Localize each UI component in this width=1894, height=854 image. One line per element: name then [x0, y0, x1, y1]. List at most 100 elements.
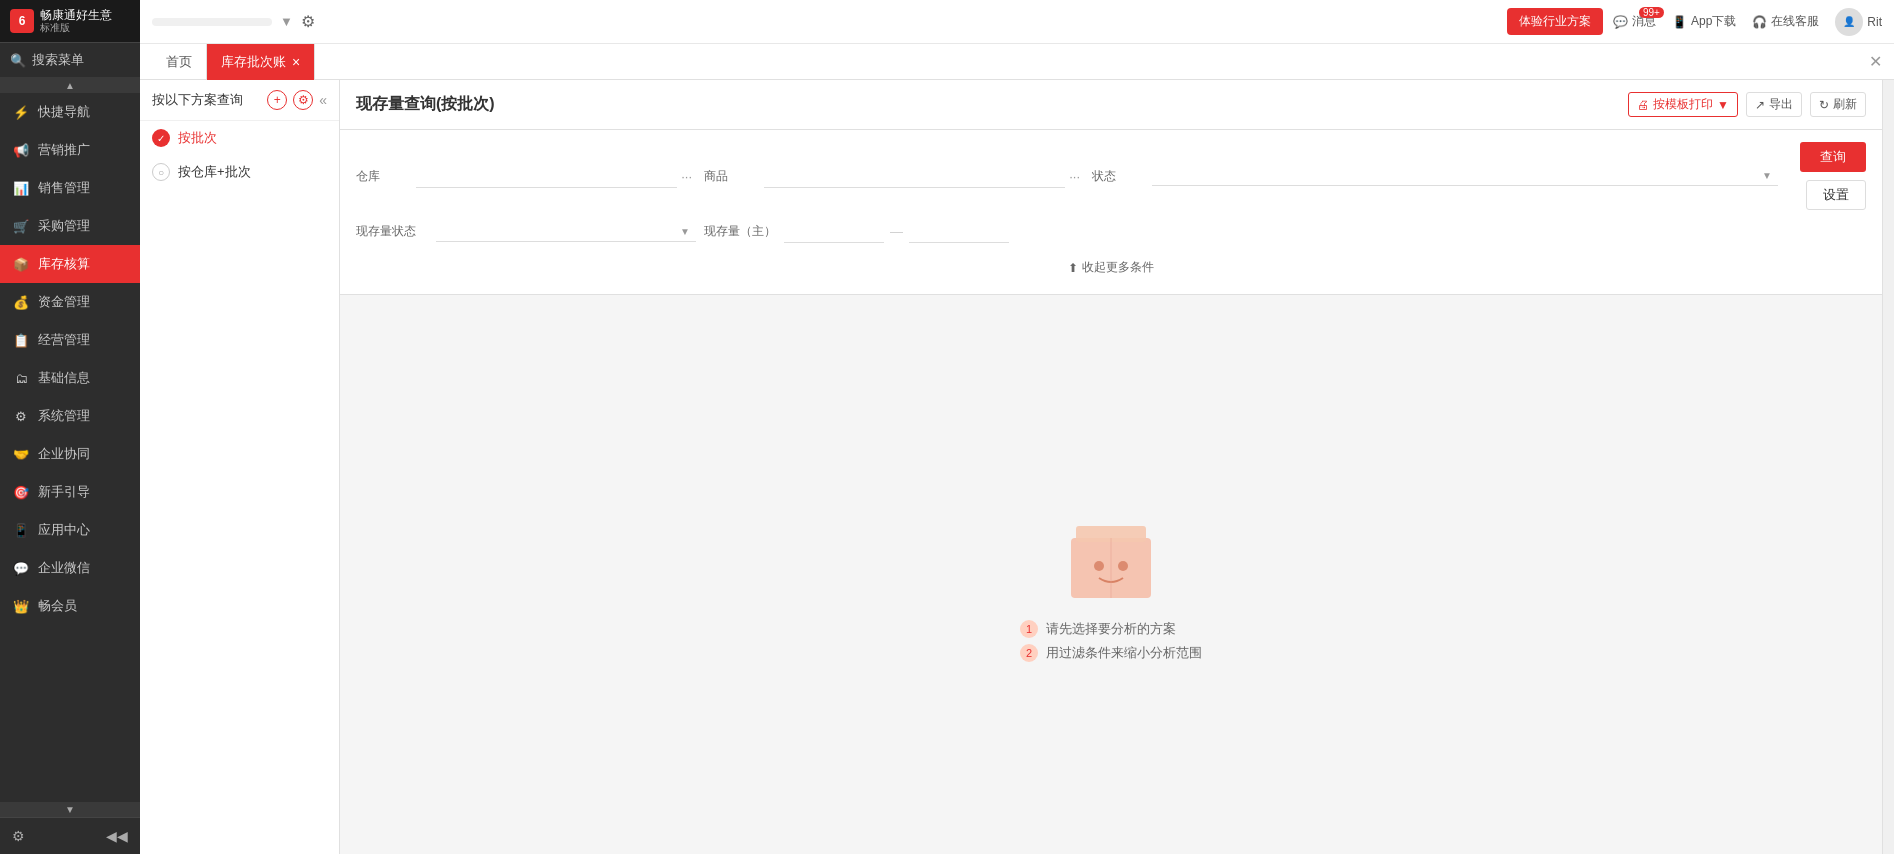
sidebar-scroll-down[interactable]: ▼	[0, 802, 140, 817]
sidebar-item-marketing[interactable]: 📢 营销推广	[0, 131, 140, 169]
purchase-icon: 🛒	[12, 217, 30, 235]
app-logo: 6	[10, 9, 34, 33]
status-select[interactable]: ▼	[1152, 166, 1778, 186]
add-scheme-button[interactable]: +	[267, 90, 287, 110]
svg-point-3	[1118, 561, 1128, 571]
tab-close-icon[interactable]: ×	[292, 55, 300, 69]
warehouse-input[interactable]	[416, 165, 677, 188]
nav-label: 基础信息	[38, 369, 90, 387]
refresh-button[interactable]: ↻ 刷新	[1810, 92, 1866, 117]
query-button[interactable]: 查询	[1800, 142, 1866, 172]
app-center-icon: 📱	[12, 521, 30, 539]
warehouse-filter: 仓库 ···	[356, 165, 696, 188]
collapse-left-panel-icon[interactable]: «	[319, 92, 327, 108]
settings-button[interactable]: 设置	[1806, 180, 1866, 210]
settings-scheme-button[interactable]: ⚙	[293, 90, 313, 110]
nav-label: 经营管理	[38, 331, 90, 349]
tab-inventory-batch[interactable]: 库存批次账 ×	[207, 44, 315, 80]
app-title: 畅康通好生意 标准版	[40, 8, 112, 34]
collapse-more-button[interactable]: ⬆ 收起更多条件	[356, 253, 1866, 282]
print-icon: 🖨	[1637, 98, 1649, 112]
export-icon: ↗	[1755, 98, 1765, 112]
sidebar-item-member[interactable]: 👑 畅会员	[0, 587, 140, 625]
empty-tip-2: 2 用过滤条件来缩小分析范围	[1020, 644, 1202, 662]
product-label: 商品	[704, 168, 764, 185]
nav-label: 系统管理	[38, 407, 90, 425]
nav-label: 企业微信	[38, 559, 90, 577]
tab-inventory-batch-label: 库存批次账	[221, 53, 286, 71]
app-download-item[interactable]: 📱 App下载	[1672, 13, 1736, 30]
print-button[interactable]: 🖨 按模板打印 ▼	[1628, 92, 1738, 117]
sidebar-item-inventory[interactable]: 📦 库存核算	[0, 245, 140, 283]
finance-icon: 💰	[12, 293, 30, 311]
empty-svg	[1051, 488, 1171, 608]
close-panel-icon[interactable]: ✕	[1857, 44, 1894, 79]
sidebar-item-quick-nav[interactable]: ⚡ 快捷导航	[0, 93, 140, 131]
page-title: 现存量查询(按批次)	[356, 94, 495, 127]
sidebar-item-finance[interactable]: 💰 资金管理	[0, 283, 140, 321]
sidebar-item-app-center[interactable]: 📱 应用中心	[0, 511, 140, 549]
export-button[interactable]: ↗ 导出	[1746, 92, 1802, 117]
empty-state: 1 请先选择要分析的方案 2 用过滤条件来缩小分析范围	[340, 295, 1882, 854]
right-scrollbar[interactable]	[1882, 80, 1894, 854]
stock-status-select[interactable]: ▼	[436, 222, 696, 242]
left-panel-title: 按以下方案查询	[152, 91, 243, 109]
online-service-item[interactable]: 🎧 在线客服	[1752, 13, 1819, 30]
sales-icon: 📊	[12, 179, 30, 197]
page-content: 按以下方案查询 + ⚙ « ✓ 按批次 ○ 按仓库+批次 现存量查询(按批次)	[140, 80, 1894, 854]
nav-label: 库存核算	[38, 255, 90, 273]
filter-actions: 查询 设置	[1786, 142, 1866, 210]
nav-label: 新手引导	[38, 483, 90, 501]
sidebar-item-basic-info[interactable]: 🗂 基础信息	[0, 359, 140, 397]
settings-footer-icon[interactable]: ⚙	[12, 828, 25, 844]
empty-tip-1: 1 请先选择要分析的方案	[1020, 620, 1202, 638]
enterprise-icon: 🤝	[12, 445, 30, 463]
sidebar-item-system[interactable]: ⚙ 系统管理	[0, 397, 140, 435]
topbar-dropdown-arrow[interactable]: ▼	[280, 14, 293, 29]
tab-home[interactable]: 首页	[152, 44, 207, 80]
avatar-icon: 👤	[1843, 16, 1855, 27]
sidebar-item-operations[interactable]: 📋 经营管理	[0, 321, 140, 359]
stock-status-label: 现存量状态	[356, 223, 436, 240]
messages-item[interactable]: 💬 消息 99+	[1613, 13, 1656, 30]
sidebar-search[interactable]: 🔍 搜索菜单	[0, 43, 140, 78]
sidebar-scroll-up[interactable]: ▲	[0, 78, 140, 93]
product-input[interactable]	[764, 165, 1065, 188]
stock-qty-min-input[interactable]	[784, 220, 884, 243]
product-more-icon[interactable]: ···	[1065, 169, 1084, 184]
nav-label: 畅会员	[38, 597, 77, 615]
sidebar-footer: ⚙ ◀◀	[0, 817, 140, 854]
chevron-up-icon: ⬆	[1068, 261, 1078, 275]
sidebar-item-weixin[interactable]: 💬 企业微信	[0, 549, 140, 587]
right-panel: 现存量查询(按批次) 🖨 按模板打印 ▼ ↗ 导出 ↻ 刷新	[340, 80, 1882, 854]
batch-active-icon: ✓	[152, 129, 170, 147]
trial-button[interactable]: 体验行业方案	[1507, 8, 1603, 35]
nav-label: 销售管理	[38, 179, 90, 197]
filter-area: 仓库 ··· 商品 ··· 状态 ▼	[340, 130, 1882, 295]
stock-qty-filter: 现存量（主） —	[704, 220, 1084, 243]
user-item[interactable]: 👤 Rit	[1835, 8, 1882, 36]
sidebar-item-purchase[interactable]: 🛒 采购管理	[0, 207, 140, 245]
product-filter: 商品 ···	[704, 165, 1084, 188]
stock-status-dropdown-icon: ▼	[680, 226, 690, 237]
warehouse-more-icon[interactable]: ···	[677, 169, 696, 184]
nav-label: 资金管理	[38, 293, 90, 311]
tab-bar: 首页 库存批次账 × ✕	[140, 44, 1894, 80]
topbar-settings-icon[interactable]: ⚙	[301, 12, 315, 31]
scheme-label-by-batch: 按批次	[178, 129, 217, 147]
nav-label: 应用中心	[38, 521, 90, 539]
topbar-right: 💬 消息 99+ 📱 App下载 🎧 在线客服 👤 Rit	[1613, 8, 1882, 36]
new-guide-icon: 🎯	[12, 483, 30, 501]
system-icon: ⚙	[12, 407, 30, 425]
scheme-item-by-batch[interactable]: ✓ 按批次	[140, 121, 339, 155]
scheme-item-by-warehouse-batch[interactable]: ○ 按仓库+批次	[140, 155, 339, 189]
stock-qty-max-input[interactable]	[909, 220, 1009, 243]
sidebar-item-sales[interactable]: 📊 销售管理	[0, 169, 140, 207]
filter-row-1: 仓库 ··· 商品 ··· 状态 ▼	[356, 142, 1866, 210]
warehouse-label: 仓库	[356, 168, 416, 185]
collapse-sidebar-icon[interactable]: ◀◀	[106, 828, 128, 844]
sidebar-item-enterprise[interactable]: 🤝 企业协同	[0, 435, 140, 473]
sidebar-item-new-guide[interactable]: 🎯 新手引导	[0, 473, 140, 511]
main-area: ▼ ⚙ 体验行业方案 💬 消息 99+ 📱 App下载 🎧 在线客服 👤	[140, 0, 1894, 854]
messages-icon: 💬	[1613, 15, 1628, 29]
